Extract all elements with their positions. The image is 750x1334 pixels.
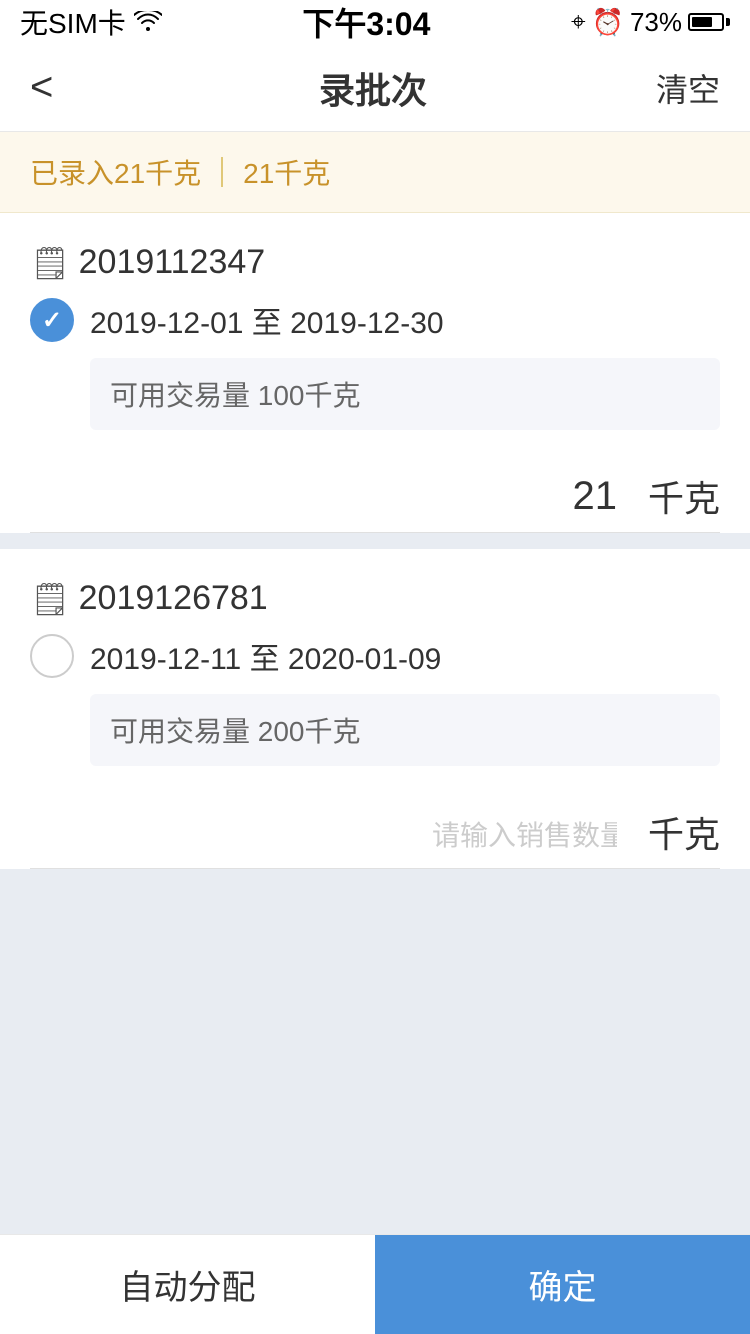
recorded-label: 已录入21千克 bbox=[30, 152, 201, 192]
confirm-button[interactable]: 确定 bbox=[375, 1235, 750, 1334]
page-title: 录批次 bbox=[319, 62, 427, 114]
batch-2-icon: 🗒 bbox=[30, 580, 71, 618]
batch-2-date: 2019-12-11 至 2020-01-09 bbox=[90, 634, 441, 678]
batch-1-date-row[interactable]: 2019-12-01 至 2019-12-30 bbox=[30, 298, 720, 342]
batch-2-radio[interactable] bbox=[30, 634, 74, 678]
batch-1-quantity-input[interactable] bbox=[432, 474, 632, 519]
auto-assign-button[interactable]: 自动分配 bbox=[0, 1235, 375, 1334]
location-icon: ⌖ bbox=[571, 6, 586, 38]
status-right: ⌖ ⏰ 73% bbox=[571, 6, 730, 38]
battery-icon bbox=[688, 13, 730, 31]
status-time: 下午3:04 bbox=[302, 0, 430, 45]
batch-1-id-row: 🗒 2019112347 bbox=[30, 243, 720, 282]
clear-button[interactable]: 清空 bbox=[656, 65, 720, 111]
batch-1-quantity-row: 千克 bbox=[0, 450, 750, 532]
carrier-text: 无SIM卡 bbox=[20, 2, 126, 42]
batch-2-available: 可用交易量 200千克 bbox=[90, 694, 720, 766]
batch-2-card: 🗒 2019126781 2019-12-11 至 2020-01-09 可用交… bbox=[0, 549, 750, 869]
wifi-icon bbox=[134, 6, 162, 38]
batch-2-id-row: 🗒 2019126781 bbox=[30, 579, 720, 618]
banner-divider bbox=[221, 157, 223, 187]
info-banner: 已录入21千克 21千克 bbox=[0, 132, 750, 213]
batch-2-date-row[interactable]: 2019-12-11 至 2020-01-09 bbox=[30, 634, 720, 678]
batch-1-unit: 千克 bbox=[648, 470, 720, 522]
batch-1-date: 2019-12-01 至 2019-12-30 bbox=[90, 298, 444, 342]
batch-2-id: 2019126781 bbox=[79, 579, 268, 618]
batch-1-available: 可用交易量 100千克 bbox=[90, 358, 720, 430]
alarm-icon: ⏰ bbox=[592, 7, 624, 38]
section-separator-1 bbox=[0, 533, 750, 549]
back-button[interactable]: < bbox=[30, 65, 90, 110]
bottom-space bbox=[0, 869, 750, 1269]
batch-1-card: 🗒 2019112347 2019-12-01 至 2019-12-30 可用交… bbox=[0, 213, 750, 533]
batch-1-radio[interactable] bbox=[30, 298, 74, 342]
status-bar: 无SIM卡 下午3:04 ⌖ ⏰ 73% bbox=[0, 0, 750, 44]
status-left: 无SIM卡 bbox=[20, 2, 162, 42]
total-label: 21千克 bbox=[243, 152, 330, 192]
batch-icon: 🗒 bbox=[30, 244, 71, 282]
batch-2-quantity-row: 千克 bbox=[0, 786, 750, 868]
battery-percent: 73% bbox=[630, 7, 682, 38]
batch-2-quantity-input[interactable] bbox=[432, 810, 632, 855]
batch-1-id: 2019112347 bbox=[79, 243, 266, 282]
batch-2-unit: 千克 bbox=[648, 806, 720, 858]
footer: 自动分配 确定 bbox=[0, 1234, 750, 1334]
nav-bar: < 录批次 清空 bbox=[0, 44, 750, 132]
